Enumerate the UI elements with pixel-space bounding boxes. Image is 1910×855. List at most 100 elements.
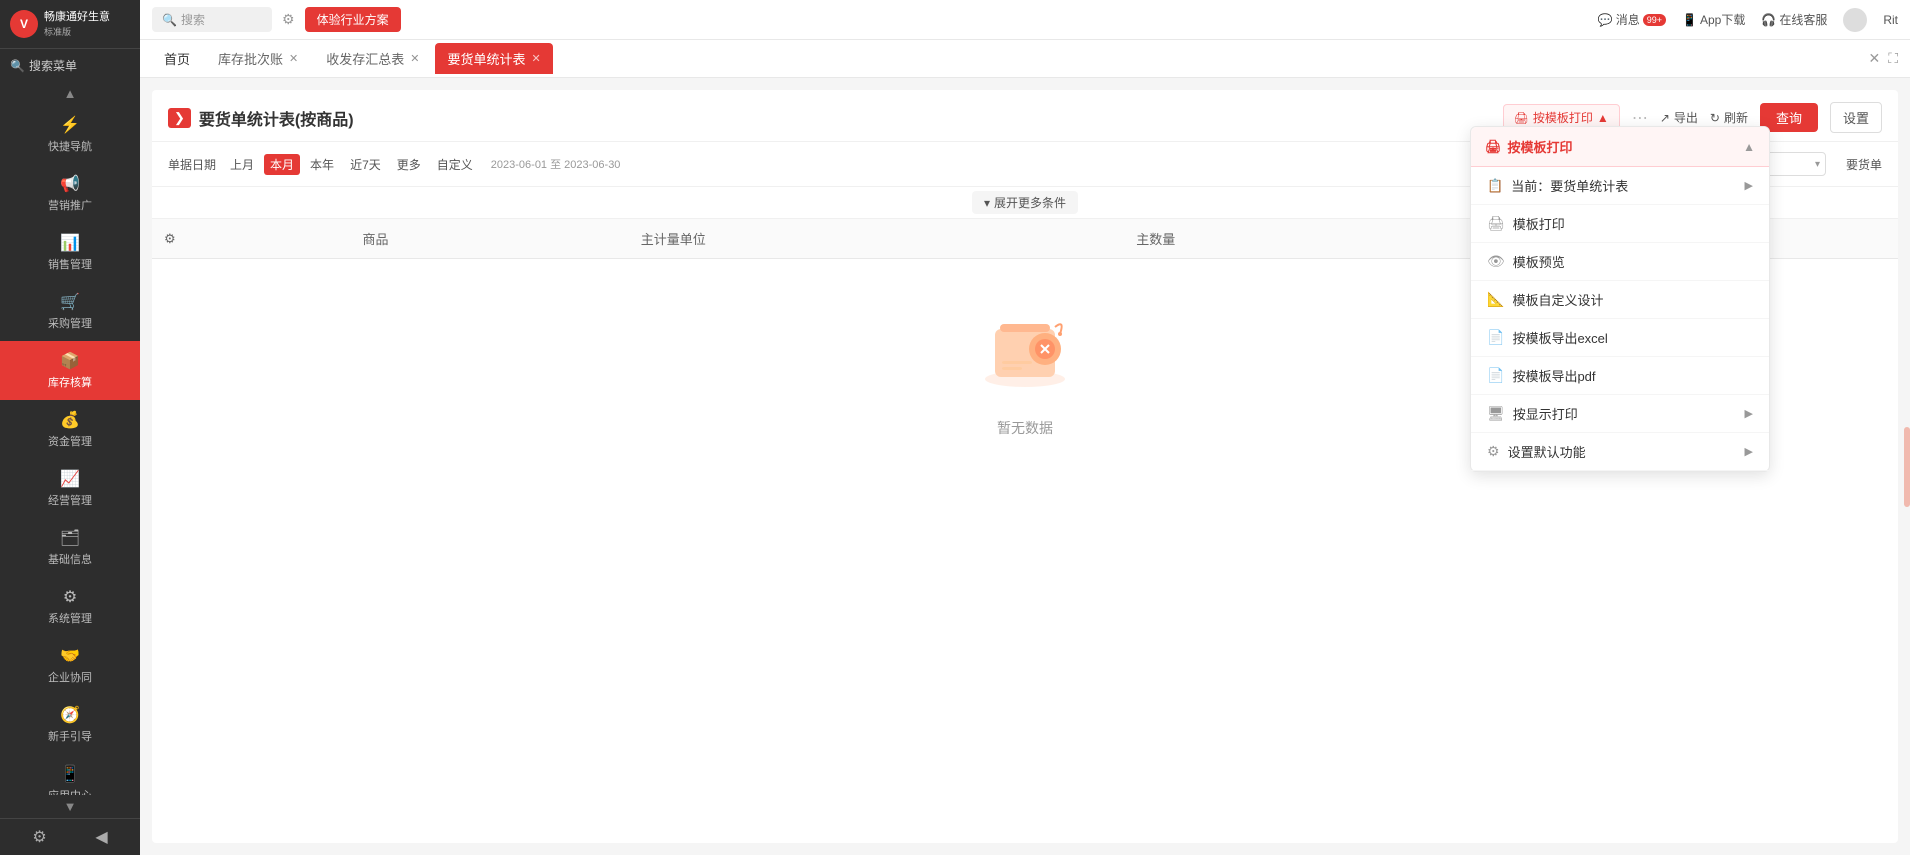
dropdown-items: 🖨模板打印👁模板预览📐模板自定义设计📄按模板导出excel📄按模板导出pdf <box>1471 205 1769 395</box>
nav-icon-inventory: 📦 <box>60 351 80 371</box>
dropdown-item-template-custom[interactable]: 📐模板自定义设计 <box>1471 281 1769 319</box>
nav-icon-marketing: 📢 <box>60 174 80 194</box>
icon-template-custom: 📐 <box>1487 291 1504 308</box>
chevron-down-icon: ▾ <box>984 196 990 210</box>
app-icon: 📱 <box>1682 13 1697 27</box>
icon-set-default: ⚙ <box>1487 443 1500 460</box>
topbar-search[interactable]: 🔍 搜索 <box>152 7 272 32</box>
tab-close-batch-account[interactable]: ✕ <box>289 52 298 65</box>
printer-icon: 🖨 <box>1514 111 1529 125</box>
tab-receipt-summary[interactable]: 收发存汇总表✕ <box>314 43 431 74</box>
print-dropdown-panel: 🖨 按模板打印 ▲ 📋 当前：要货单统计表 ▶ 🖨模板打印👁模板预览📐模板自定义… <box>1470 126 1770 472</box>
dropdown-sub-item-display-print[interactable]: 🖥 按显示打印 ▶ <box>1471 395 1769 433</box>
app-download-btn[interactable]: 📱 App下载 <box>1682 11 1745 28</box>
tab-order-stats[interactable]: 要货单统计表✕ <box>435 43 552 74</box>
tab-batch-account[interactable]: 库存批次账 ✕ <box>206 43 310 74</box>
date-btn-本年[interactable]: 本年 <box>304 154 340 175</box>
label-set-default: 设置默认功能 <box>1508 442 1586 461</box>
export-btn[interactable]: ↗ 导出 <box>1660 109 1698 126</box>
avatar[interactable] <box>1843 8 1867 32</box>
date-btn-自定义[interactable]: 自定义 <box>431 154 479 175</box>
dropdown-header: 🖨 按模板打印 ▲ <box>1471 127 1769 167</box>
sidebar-item-sales[interactable]: 📊销售管理 <box>0 223 140 282</box>
sidebar-item-purchase[interactable]: 🛒采购管理 <box>0 282 140 341</box>
refresh-label: 刷新 <box>1724 109 1748 126</box>
sidebar-item-appstore[interactable]: 📱应用中心 <box>0 754 140 795</box>
expand-window-btn[interactable]: ⛶ <box>1888 50 1898 67</box>
dropdown-chevron-up[interactable]: ▲ <box>1743 140 1755 154</box>
sidebar-item-marketing[interactable]: 📢营销推广 <box>0 164 140 223</box>
sidebar-bottom: ⚙ ◀ <box>0 818 140 855</box>
tab-close-receipt-summary[interactable]: ✕ <box>410 52 419 65</box>
tab-label-batch-account: 库存批次账 <box>218 49 283 68</box>
scroll-down-arrow[interactable]: ▼ <box>0 795 140 818</box>
date-btn-更多[interactable]: 更多 <box>391 154 427 175</box>
scroll-up-arrow[interactable]: ▲ <box>0 82 140 105</box>
dropdown-sub-item-set-default[interactable]: ⚙ 设置默认功能 ▶ <box>1471 433 1769 471</box>
message-btn[interactable]: 💬 消息 99+ <box>1598 11 1666 28</box>
industry-btn[interactable]: 体验行业方案 <box>305 7 401 32</box>
sidebar: V 畅康通好生意 标准版 🔍 搜索菜单 ▲ ⚡快捷导航📢营销推广📊销售管理🛒采购… <box>0 0 140 855</box>
tab-home[interactable]: 首页 <box>152 43 202 74</box>
gear-icon[interactable]: ⚙ <box>282 11 295 28</box>
nav-icon-guide: 🧭 <box>60 705 80 725</box>
expand-more-btn[interactable]: ▾ 展开更多条件 <box>972 191 1078 214</box>
sidebar-item-quick-nav[interactable]: ⚡快捷导航 <box>0 105 140 164</box>
customer-service-btn[interactable]: 🎧 在线客服 <box>1761 11 1827 28</box>
collapse-icon[interactable]: ◀ <box>95 827 107 847</box>
topbar: 🔍 搜索 ⚙ 体验行业方案 💬 消息 99+ 📱 App下载 🎧 在线客服 Ri… <box>140 0 1910 40</box>
settings-icon[interactable]: ⚙ <box>32 827 46 847</box>
settings-btn[interactable]: 设置 <box>1830 102 1882 133</box>
page-title: 要货单统计表(按商品) <box>199 106 354 130</box>
collapse-page-btn[interactable]: ❯ <box>168 108 191 128</box>
icon-template-print: 🖨 <box>1487 215 1505 232</box>
date-btn-本月[interactable]: 本月 <box>264 154 300 175</box>
col-header-unit: 主计量单位 <box>629 219 1124 259</box>
date-filter-label: 单据日期 <box>168 156 216 173</box>
printer-icon: 🖨 <box>1485 139 1502 155</box>
scrollbar-indicator[interactable] <box>1904 427 1910 507</box>
tab-close-order-stats[interactable]: ✕ <box>532 52 541 65</box>
more-options-icon[interactable]: ⋯ <box>1632 108 1648 128</box>
template-file-icon: 📋 <box>1487 178 1503 194</box>
nav-label-basics: 基础信息 <box>48 551 92 567</box>
sidebar-item-system[interactable]: ⚙系统管理 <box>0 577 140 636</box>
sidebar-item-basics[interactable]: 🗂 基础信息 <box>0 518 140 577</box>
col-header-goods: 商品 <box>350 219 628 259</box>
print-template-label: 按模板打印 <box>1533 109 1593 126</box>
col-header-settings[interactable]: ⚙ <box>152 219 350 259</box>
tabbar: 首页库存批次账✕收发存汇总表✕要货单统计表✕ ✕ ⛶ <box>140 40 1910 78</box>
sidebar-item-inventory[interactable]: 📦 库存核算 <box>0 341 140 400</box>
tab-label-home: 首页 <box>164 49 190 68</box>
nav-icon-sales: 📊 <box>60 233 80 253</box>
sidebar-item-finance[interactable]: 💰资金管理 <box>0 400 140 459</box>
sidebar-item-guide[interactable]: 🧭新手引导 <box>0 695 140 754</box>
logo-text: 畅康通好生意 <box>44 10 110 24</box>
dropdown-item-template-export-excel[interactable]: 📄按模板导出excel <box>1471 319 1769 357</box>
logo-icon: V <box>10 10 38 38</box>
message-badge: 99+ <box>1643 14 1666 26</box>
dropdown-item-template-print[interactable]: 🖨模板打印 <box>1471 205 1769 243</box>
export-icon: ↗ <box>1660 111 1670 125</box>
search-icon: 🔍 <box>162 13 177 27</box>
dropdown-title: 按模板打印 <box>1508 137 1573 156</box>
date-btn-近7天[interactable]: 近7天 <box>344 154 387 175</box>
sidebar-item-operations[interactable]: 📈经营管理 <box>0 459 140 518</box>
dropdown-item-template-export-pdf[interactable]: 📄按模板导出pdf <box>1471 357 1769 395</box>
search-menu[interactable]: 🔍 搜索菜单 <box>0 49 140 82</box>
current-template-item[interactable]: 📋 当前：要货单统计表 ▶ <box>1471 167 1769 205</box>
message-label: 消息 <box>1616 11 1640 28</box>
nav-icon-finance: 💰 <box>60 410 80 430</box>
nav-icon-basics: 🗂 <box>60 528 80 548</box>
close-window-btn[interactable]: ✕ <box>1868 50 1880 67</box>
sidebar-item-collab[interactable]: 🤝企业协同 <box>0 636 140 695</box>
col-header-quantity: 主数量 <box>1124 219 1475 259</box>
date-btn-上月[interactable]: 上月 <box>224 154 260 175</box>
refresh-btn[interactable]: ↻ 刷新 <box>1710 109 1748 126</box>
nav-icon-system: ⚙ <box>63 587 77 607</box>
nav-label-inventory: 库存核算 <box>48 374 92 390</box>
icon-template-preview: 👁 <box>1487 253 1505 270</box>
dropdown-item-template-preview[interactable]: 👁模板预览 <box>1471 243 1769 281</box>
nav-label-operations: 经营管理 <box>48 492 92 508</box>
empty-text: 暂无数据 <box>997 418 1053 438</box>
